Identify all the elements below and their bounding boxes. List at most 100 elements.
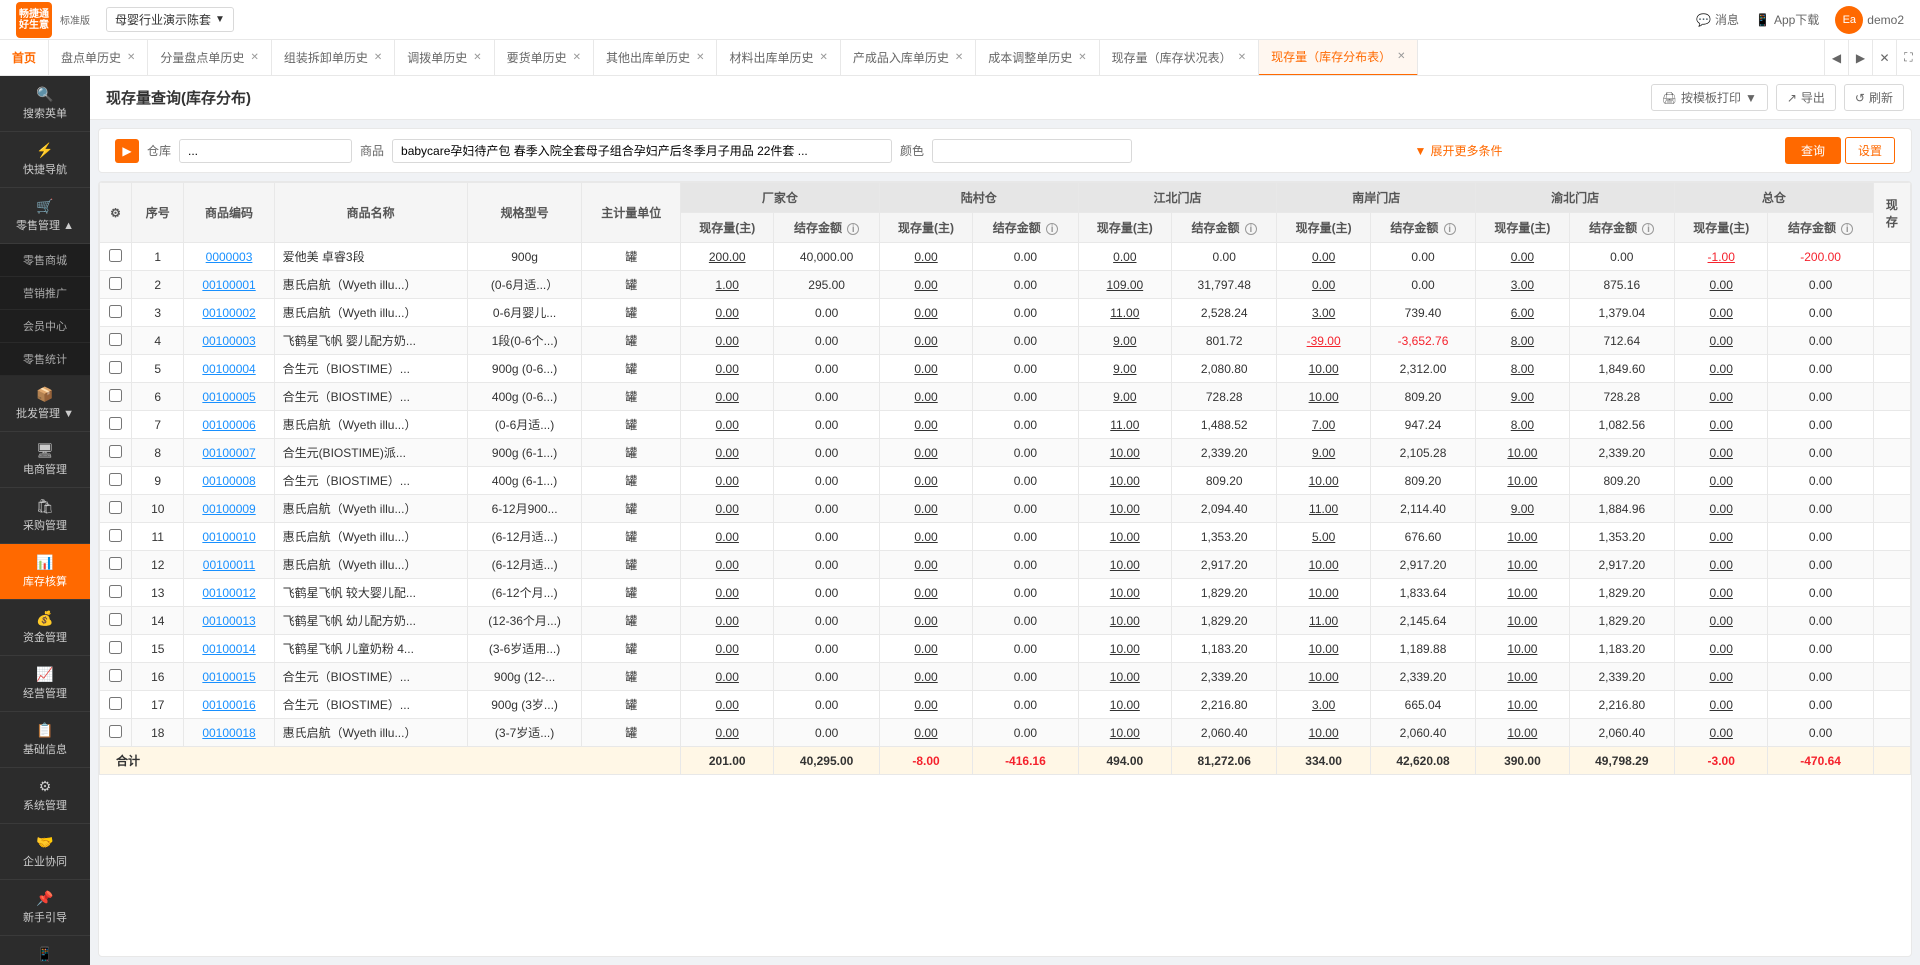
setting-btn[interactable]: 设置 — [1845, 137, 1895, 164]
row-select[interactable] — [100, 327, 132, 355]
row-jb-stock[interactable]: 10.00 — [1078, 691, 1171, 719]
info-icon[interactable]: i — [1245, 223, 1257, 235]
row-factory-stock[interactable]: 0.00 — [681, 523, 774, 551]
row-select[interactable] — [100, 523, 132, 551]
col-gear[interactable]: ⚙ — [100, 183, 132, 243]
row-jb-stock[interactable]: 10.00 — [1078, 635, 1171, 663]
row-jb-stock[interactable]: 10.00 — [1078, 607, 1171, 635]
sidebar-item-system[interactable]: ⚙ 系统管理 — [0, 768, 90, 824]
row-hill-stock[interactable]: 0.00 — [879, 243, 972, 271]
row-checkbox[interactable] — [109, 697, 122, 710]
row-yb-stock[interactable]: 6.00 — [1476, 299, 1569, 327]
row-jb-stock[interactable]: 10.00 — [1078, 523, 1171, 551]
sidebar-item-search[interactable]: 🔍 搜索英单 — [0, 76, 90, 132]
row-select[interactable] — [100, 355, 132, 383]
row-total-stock[interactable]: -1.00 — [1675, 243, 1768, 271]
row-yb-stock[interactable]: 10.00 — [1476, 691, 1569, 719]
row-total-stock[interactable]: 0.00 — [1675, 411, 1768, 439]
row-select[interactable] — [100, 439, 132, 467]
row-hill-stock[interactable]: 0.00 — [879, 439, 972, 467]
row-select[interactable] — [100, 271, 132, 299]
row-jb-stock[interactable]: 10.00 — [1078, 551, 1171, 579]
row-checkbox[interactable] — [109, 389, 122, 402]
user-area[interactable]: Ea demo2 — [1835, 6, 1904, 34]
row-yb-stock[interactable]: 9.00 — [1476, 383, 1569, 411]
row-yb-stock[interactable]: 10.00 — [1476, 635, 1569, 663]
row-factory-stock[interactable]: 0.00 — [681, 439, 774, 467]
row-yb-stock[interactable]: 8.00 — [1476, 355, 1569, 383]
row-total-stock[interactable]: 0.00 — [1675, 635, 1768, 663]
row-na-stock[interactable]: 7.00 — [1277, 411, 1370, 439]
row-yb-stock[interactable]: 10.00 — [1476, 523, 1569, 551]
row-code[interactable]: 00100001 — [184, 271, 274, 299]
close-icon[interactable]: ✕ — [573, 52, 581, 63]
row-checkbox[interactable] — [109, 585, 122, 598]
tab-requisition[interactable]: 要货单历史 ✕ — [495, 40, 594, 76]
color-input[interactable] — [932, 139, 1132, 163]
row-checkbox[interactable] — [109, 417, 122, 430]
row-hill-stock[interactable]: 0.00 — [879, 607, 972, 635]
row-checkbox[interactable] — [109, 725, 122, 738]
tab-cost-adjust[interactable]: 成本调整单历史 ✕ — [976, 40, 1099, 76]
row-na-stock[interactable]: 3.00 — [1277, 691, 1370, 719]
sidebar-item-newguide[interactable]: 📌 新手引导 — [0, 880, 90, 936]
tab-maximize-btn[interactable]: ⛶ — [1896, 40, 1920, 76]
close-icon[interactable]: ✕ — [955, 52, 963, 63]
row-hill-stock[interactable]: 0.00 — [879, 327, 972, 355]
row-yb-stock[interactable]: 10.00 — [1476, 663, 1569, 691]
row-select[interactable] — [100, 579, 132, 607]
row-hill-stock[interactable]: 0.00 — [879, 383, 972, 411]
row-na-stock[interactable]: 9.00 — [1277, 439, 1370, 467]
row-code[interactable]: 00100006 — [184, 411, 274, 439]
row-na-stock[interactable]: 0.00 — [1277, 243, 1370, 271]
row-checkbox[interactable] — [109, 501, 122, 514]
row-factory-stock[interactable]: 0.00 — [681, 495, 774, 523]
sidebar-item-finance[interactable]: 💰 资金管理 — [0, 600, 90, 656]
sidebar-item-ecommerce[interactable]: 🖥 电商管理 — [0, 432, 90, 488]
tab-material-out[interactable]: 材料出库单历史 ✕ — [717, 40, 840, 76]
row-select[interactable] — [100, 243, 132, 271]
row-total-stock[interactable]: 0.00 — [1675, 523, 1768, 551]
row-hill-stock[interactable]: 0.00 — [879, 579, 972, 607]
row-hill-stock[interactable]: 0.00 — [879, 467, 972, 495]
tab-sub-inventory[interactable]: 分量盘点单历史 ✕ — [148, 40, 271, 76]
close-icon[interactable]: ✕ — [250, 52, 258, 63]
sidebar-item-inventory[interactable]: 📊 库存核算 — [0, 544, 90, 600]
row-jb-stock[interactable]: 9.00 — [1078, 383, 1171, 411]
row-na-stock[interactable]: 10.00 — [1277, 579, 1370, 607]
row-checkbox[interactable] — [109, 249, 122, 262]
tab-other-out[interactable]: 其他出库单历史 ✕ — [594, 40, 717, 76]
row-yb-stock[interactable]: 9.00 — [1476, 495, 1569, 523]
row-jb-stock[interactable]: 10.00 — [1078, 495, 1171, 523]
tab-assembly[interactable]: 组装拆卸单历史 ✕ — [272, 40, 395, 76]
row-na-stock[interactable]: 10.00 — [1277, 355, 1370, 383]
close-icon[interactable]: ✕ — [127, 52, 135, 63]
row-hill-stock[interactable]: 0.00 — [879, 663, 972, 691]
row-na-stock[interactable]: 10.00 — [1277, 635, 1370, 663]
info-icon[interactable]: i — [1841, 223, 1853, 235]
sidebar-sub-member-center[interactable]: 会员中心 — [0, 310, 90, 343]
row-jb-stock[interactable]: 10.00 — [1078, 467, 1171, 495]
row-factory-stock[interactable]: 0.00 — [681, 663, 774, 691]
row-select[interactable] — [100, 607, 132, 635]
sidebar-item-operation[interactable]: 📈 经营管理 — [0, 656, 90, 712]
close-icon[interactable]: ✕ — [1238, 52, 1246, 63]
row-select[interactable] — [100, 383, 132, 411]
row-yb-stock[interactable]: 10.00 — [1476, 719, 1569, 747]
tab-transfer[interactable]: 调拨单历史 ✕ — [395, 40, 494, 76]
row-na-stock[interactable]: 10.00 — [1277, 467, 1370, 495]
row-na-stock[interactable]: 3.00 — [1277, 299, 1370, 327]
row-factory-stock[interactable]: 0.00 — [681, 579, 774, 607]
row-select[interactable] — [100, 551, 132, 579]
close-icon[interactable]: ✕ — [696, 52, 704, 63]
row-total-stock[interactable]: 0.00 — [1675, 579, 1768, 607]
row-hill-stock[interactable]: 0.00 — [879, 355, 972, 383]
row-hill-stock[interactable]: 0.00 — [879, 523, 972, 551]
row-hill-stock[interactable]: 0.00 — [879, 411, 972, 439]
row-hill-stock[interactable]: 0.00 — [879, 719, 972, 747]
row-checkbox[interactable] — [109, 333, 122, 346]
row-hill-stock[interactable]: 0.00 — [879, 271, 972, 299]
row-jb-stock[interactable]: 10.00 — [1078, 719, 1171, 747]
row-yb-stock[interactable]: 10.00 — [1476, 551, 1569, 579]
info-icon[interactable]: i — [847, 223, 859, 235]
